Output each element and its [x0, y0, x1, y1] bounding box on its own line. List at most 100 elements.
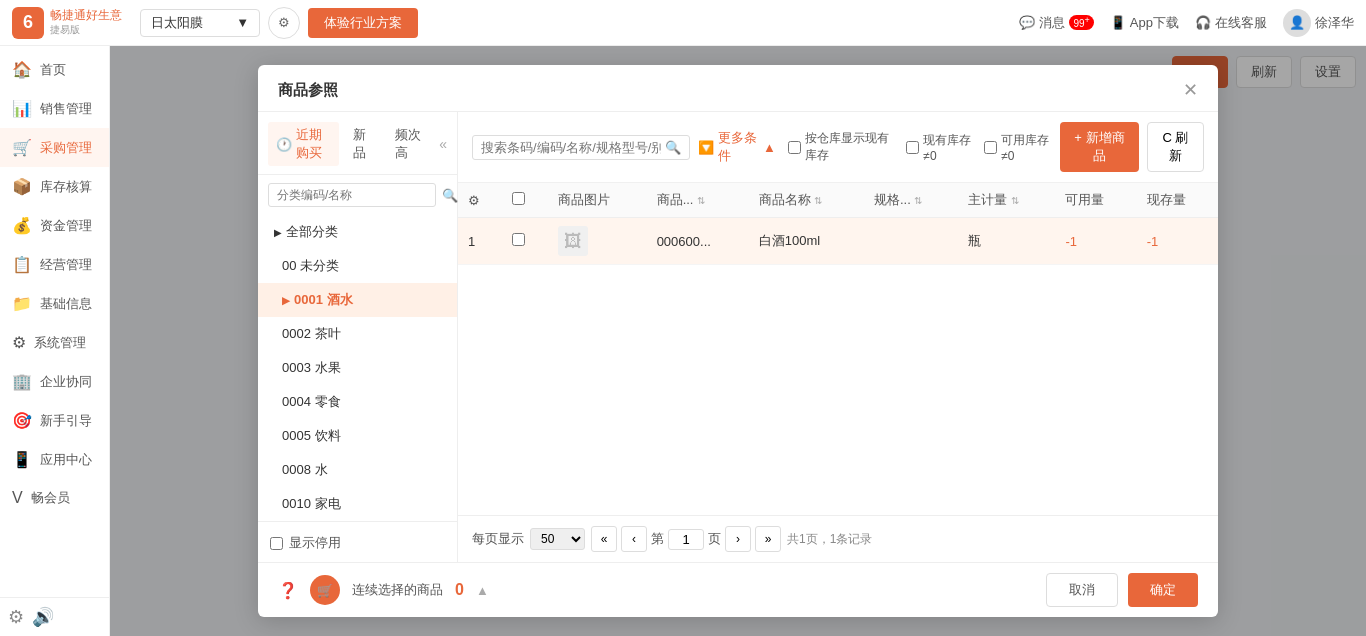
tab-recent-purchase[interactable]: 🕐 近期购买 [268, 122, 339, 166]
left-panel-tabs: 🕐 近期购买 新品 频次高 « [258, 122, 457, 175]
sidebar-item-apps[interactable]: 📱 应用中心 [0, 440, 109, 479]
td-stock: -1 [1137, 218, 1218, 265]
modal-close-button[interactable]: ✕ [1183, 79, 1198, 101]
product-search-bar: 🔍 🔽 更多条件 ▲ 按仓库显示现有库存 [458, 112, 1218, 183]
usable-ne-check[interactable]: 可用库存≠0 [984, 132, 1052, 163]
th-unit[interactable]: 主计量 ⇅ [958, 183, 1055, 218]
user-menu[interactable]: 👤 徐泽华 [1283, 9, 1354, 37]
page-prev-button[interactable]: ‹ [621, 526, 647, 552]
store-selector[interactable]: 日太阳膜 ▼ [140, 9, 260, 37]
chevron-up-icon: ▲ [763, 140, 776, 155]
th-spec[interactable]: 规格... ⇅ [864, 183, 958, 218]
sidebar-item-system[interactable]: ⚙ 系统管理 [0, 323, 109, 362]
info-icon: 📁 [12, 294, 32, 313]
td-spec [864, 218, 958, 265]
th-name[interactable]: 商品名称 ⇅ [749, 183, 864, 218]
sidebar-settings-icon[interactable]: ⚙ [8, 606, 24, 628]
add-product-button[interactable]: + 新增商品 [1060, 122, 1139, 172]
search-input-wrap: 🔍 [472, 135, 690, 160]
sidebar-item-purchase[interactable]: 🛒 采购管理 [0, 128, 109, 167]
sidebar: 🏠 首页 📊 销售管理 🛒 采购管理 📦 库存核算 💰 资金管理 📋 经营管理 … [0, 46, 110, 636]
cat-item-uncategorized[interactable]: 00 未分类 [258, 249, 457, 283]
mobile-icon: 📱 [1110, 15, 1126, 30]
search-magnifier-icon[interactable]: 🔍 [665, 140, 681, 155]
active-arrow-icon: ▶ [282, 295, 290, 306]
logo-area: 6 畅捷通好生意 捷易版 [12, 7, 132, 39]
cat-item-tea[interactable]: 0002 茶叶 [258, 317, 457, 351]
tab-high-frequency[interactable]: 频次高 [387, 122, 433, 166]
avatar: 👤 [1283, 9, 1311, 37]
warehouse-checkbox[interactable] [788, 141, 801, 154]
filter-btn[interactable]: 🔽 更多条件 ▲ [698, 129, 776, 165]
sidebar-item-finance[interactable]: 💰 资金管理 [0, 206, 109, 245]
per-page-selector: 每页显示 50 20 100 [472, 528, 585, 550]
show-disabled-checkbox[interactable] [270, 537, 283, 550]
cat-item-drinks[interactable]: 0005 饮料 [258, 419, 457, 453]
top-navigation: 6 畅捷通好生意 捷易版 日太阳膜 ▼ ⚙ 体验行业方案 💬 消息 99+ 📱 … [0, 0, 1366, 46]
sidebar-item-member[interactable]: V 畅会员 [0, 479, 109, 517]
sidebar-item-business[interactable]: 📋 经营管理 [0, 245, 109, 284]
enterprise-icon: 🏢 [12, 372, 32, 391]
message-icon: 💬 [1019, 15, 1035, 30]
th-available: 可用量 [1055, 183, 1136, 218]
sidebar-item-sales[interactable]: 📊 销售管理 [0, 89, 109, 128]
sidebar-item-guide[interactable]: 🎯 新手引导 [0, 401, 109, 440]
category-search-input[interactable] [268, 183, 436, 207]
chevron-down-icon: ▼ [236, 15, 249, 30]
collapse-footer-button[interactable]: ▲ [476, 583, 489, 598]
table-row[interactable]: 1 🖼 000600... 白酒100ml 瓶 [458, 218, 1218, 265]
search-icon[interactable]: 🔍 [442, 188, 458, 203]
cat-item-all[interactable]: ▶ 全部分类 [258, 215, 457, 249]
available-ne-checkbox[interactable] [906, 141, 919, 154]
cart-button[interactable]: 🛒 [310, 575, 340, 605]
confirm-button[interactable]: 确定 [1128, 573, 1198, 607]
row-checkbox[interactable] [512, 233, 525, 246]
left-panel: 🕐 近期购买 新品 频次高 « [258, 112, 458, 562]
settings-button[interactable]: ⚙ [268, 7, 300, 39]
warehouse-filter-check[interactable]: 按仓库显示现有库存 [788, 130, 896, 164]
sidebar-volume-icon[interactable]: 🔊 [32, 606, 54, 628]
th-image: 商品图片 [548, 183, 647, 218]
headset-icon: 🎧 [1195, 15, 1211, 30]
online-service-nav[interactable]: 🎧 在线客服 [1195, 14, 1267, 32]
td-available: -1 [1055, 218, 1136, 265]
sales-icon: 📊 [12, 99, 32, 118]
pagination: 每页显示 50 20 100 « ‹ 第 [458, 515, 1218, 562]
cancel-button[interactable]: 取消 [1046, 573, 1118, 607]
trial-button[interactable]: 体验行业方案 [308, 8, 418, 38]
page-next-button[interactable]: › [725, 526, 751, 552]
cat-item-snacks[interactable]: 0004 零食 [258, 385, 457, 419]
per-page-select[interactable]: 50 20 100 [530, 528, 585, 550]
content-area: 查询 刷新 设置 商品参照 ✕ 🕐 [110, 46, 1366, 636]
tab-new-products[interactable]: 新品 [345, 122, 381, 166]
page-last-button[interactable]: » [755, 526, 781, 552]
cat-item-fruit[interactable]: 0003 水果 [258, 351, 457, 385]
help-icon[interactable]: ❓ [278, 581, 298, 600]
page-navigation: « ‹ 第 页 › » [591, 526, 781, 552]
page-number-input[interactable] [668, 529, 704, 550]
cat-item-water[interactable]: 0008 水 [258, 453, 457, 487]
footer-actions: 取消 确定 [1046, 573, 1198, 607]
th-code[interactable]: 商品... ⇅ [647, 183, 749, 218]
search-actions: + 新增商品 C 刷新 [1060, 122, 1204, 172]
arrow-icon: ▶ [274, 227, 282, 238]
available-ne-check[interactable]: 现有库存≠0 [906, 132, 974, 163]
sidebar-item-home[interactable]: 🏠 首页 [0, 50, 109, 89]
modal-body: 🕐 近期购买 新品 频次高 « [258, 112, 1218, 562]
app-download-nav[interactable]: 📱 App下载 [1110, 14, 1179, 32]
modal-title: 商品参照 [278, 81, 338, 100]
cat-item-appliances[interactable]: 0010 家电 [258, 487, 457, 521]
sidebar-item-inventory[interactable]: 📦 库存核算 [0, 167, 109, 206]
sidebar-item-enterprise[interactable]: 🏢 企业协同 [0, 362, 109, 401]
product-search-input[interactable] [481, 140, 661, 155]
select-all-checkbox[interactable] [512, 192, 525, 205]
guide-icon: 🎯 [12, 411, 32, 430]
cat-item-liquor[interactable]: ▶ 0001 酒水 [258, 283, 457, 317]
sidebar-item-basic-info[interactable]: 📁 基础信息 [0, 284, 109, 323]
usable-ne-checkbox[interactable] [984, 141, 997, 154]
page-first-button[interactable]: « [591, 526, 617, 552]
table-refresh-button[interactable]: C 刷新 [1147, 122, 1204, 172]
messages-nav[interactable]: 💬 消息 99+ [1019, 14, 1093, 32]
collapse-left-panel-button[interactable]: « [439, 136, 447, 152]
business-icon: 📋 [12, 255, 32, 274]
